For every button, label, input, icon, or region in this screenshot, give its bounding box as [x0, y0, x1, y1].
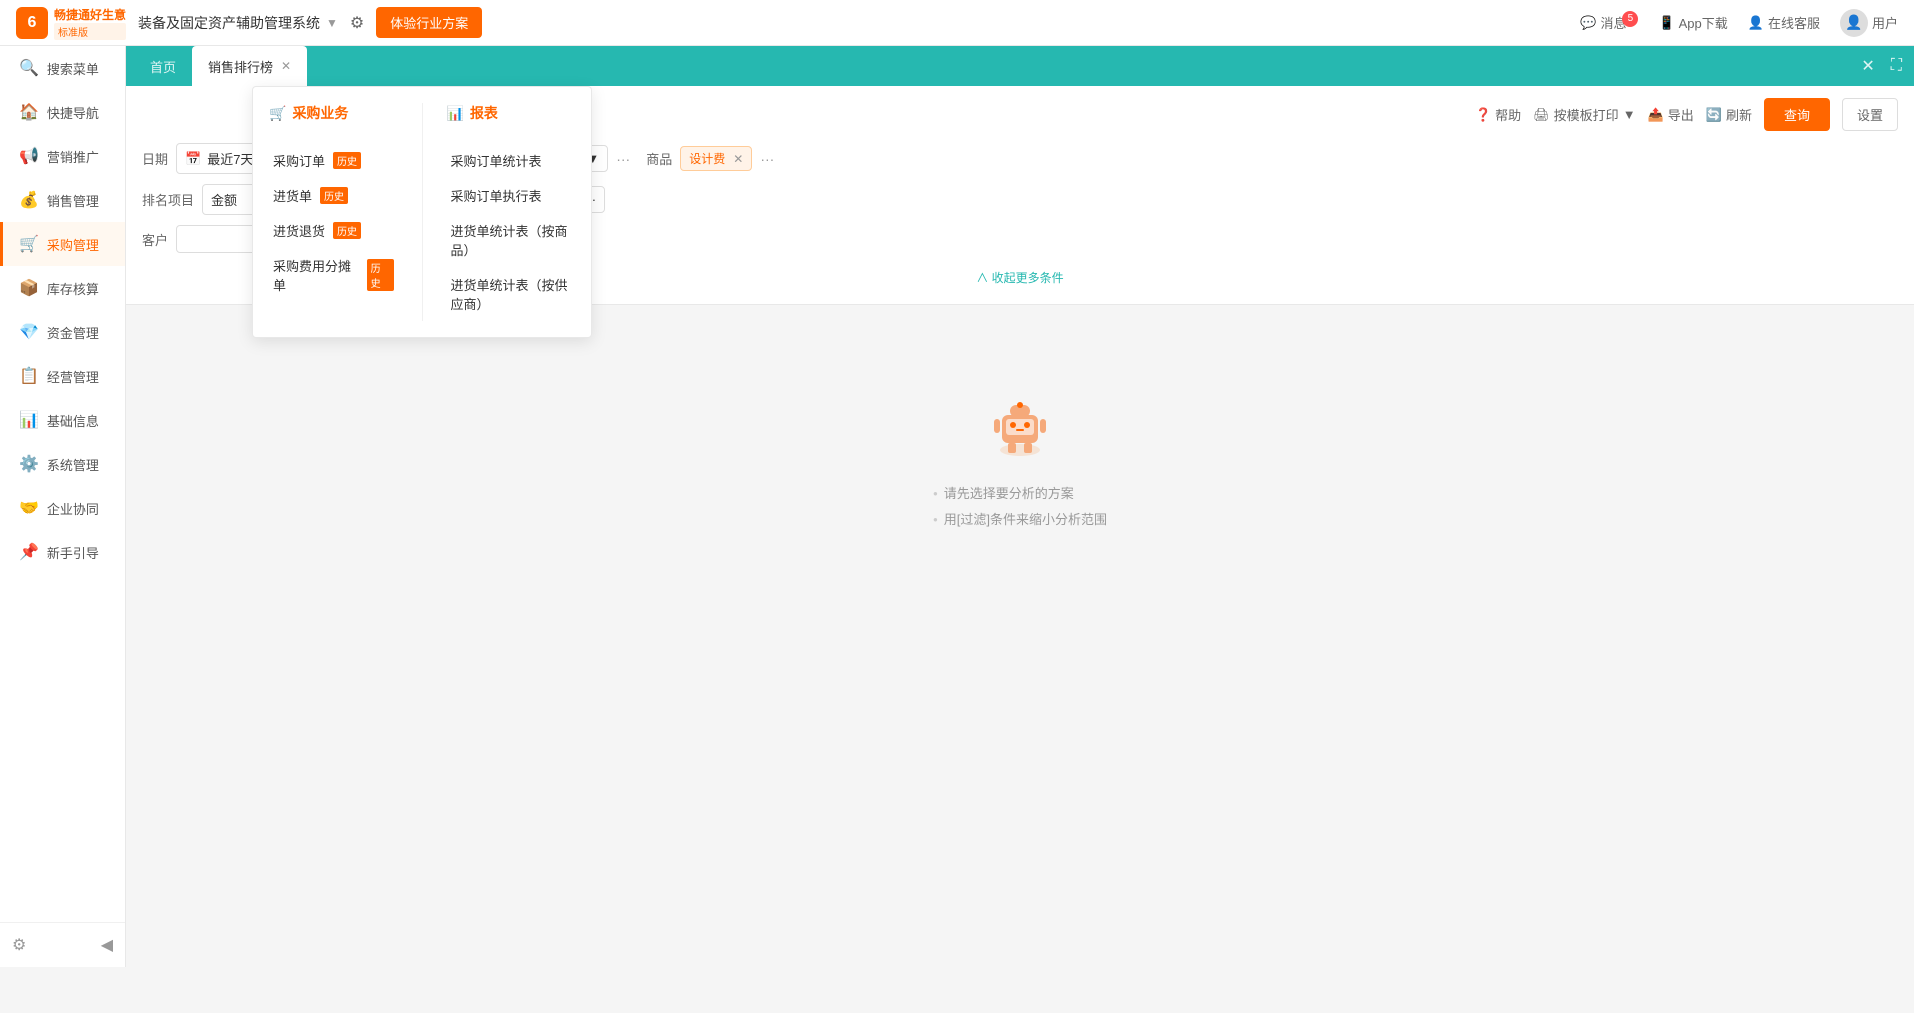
history-badge: 历史: [333, 152, 361, 169]
refresh-btn[interactable]: 🔄 刷新: [1706, 105, 1752, 124]
sidebar-item-purchase[interactable]: 🛒 采购管理: [0, 222, 125, 266]
report-col: 📊 报表 采购订单统计表 采购订单执行表 进货单统计表（按商品） 进货单统计表（…: [447, 103, 576, 321]
purchase-col-title: 🛒 采购业务: [269, 103, 398, 131]
bottom-collapse-icon[interactable]: ◀: [101, 935, 113, 955]
tab-maximize-icon[interactable]: ⛶: [1887, 53, 1906, 79]
divider: [422, 103, 423, 321]
online-service-action[interactable]: 👤 在线客服: [1748, 13, 1820, 32]
dropdown-item-return[interactable]: 进货退货 历史: [269, 213, 398, 248]
sidebar-item-sales[interactable]: 💰 销售管理: [0, 178, 125, 222]
messages-badge: 5: [1622, 11, 1638, 27]
sidebar-item-basic[interactable]: 📊 基础信息: [0, 398, 125, 442]
dropdown-item-expense[interactable]: 采购费用分摊单 历史: [269, 248, 398, 302]
settings-filter-btn[interactable]: 设置: [1842, 98, 1898, 131]
tab-close-icon[interactable]: ✕: [281, 59, 291, 73]
top-header: 6 畅捷通好生意 标准版 装备及固定资产辅助管理系统 ▼ ⚙ 体验行业方案 💬 …: [0, 0, 1914, 46]
purchase-col: 🛒 采购业务 采购订单 历史 进货单 历史 进货退货 历史 采购费用分摊单: [269, 103, 398, 321]
messages-action[interactable]: 💬 消息 5: [1580, 13, 1638, 32]
sidebar-item-marketing[interactable]: 📢 营销推广: [0, 134, 125, 178]
history-badge: 历史: [367, 259, 394, 291]
tab-close-window-icon[interactable]: ✕: [1857, 52, 1878, 80]
dropdown-item-purchase-order[interactable]: 采购订单 历史: [269, 143, 398, 178]
header-left: 6 畅捷通好生意 标准版 装备及固定资产辅助管理系统 ▼ ⚙ 体验行业方案: [16, 6, 482, 40]
basic-icon: 📊: [19, 410, 39, 430]
main-layout: 🔍 搜索菜单 🏠 快捷导航 📢 营销推广 💰 销售管理 🛒 采购管理 📦 库存核…: [0, 46, 1914, 967]
settings-icon[interactable]: ⚙: [350, 13, 364, 33]
sidebar-item-finance[interactable]: 💎 资金管理: [0, 310, 125, 354]
purchase-icon: 🛒: [19, 234, 39, 254]
refresh-icon: 🔄: [1706, 107, 1722, 123]
dropdown-item-incoming-stats-goods[interactable]: 进货单统计表（按商品）: [447, 213, 576, 267]
dropdown-item-incoming[interactable]: 进货单 历史: [269, 178, 398, 213]
print-arrow-icon: ▼: [1623, 107, 1636, 122]
header-right: 💬 消息 5 📱 App下载 👤 在线客服 👤 用户: [1580, 9, 1898, 37]
goods-ellipsis[interactable]: ···: [760, 151, 774, 167]
sidebar-item-search[interactable]: 🔍 搜索菜单: [0, 46, 125, 90]
content-area: 首页 销售排行榜 ✕ ✕ ⛶ ❓ 帮助: [126, 46, 1914, 967]
empty-tips: 请先选择要分析的方案 用[过滤]条件来缩小分析范围: [933, 481, 1107, 533]
dropdown-item-incoming-stats-supplier[interactable]: 进货单统计表（按供应商）: [447, 267, 576, 321]
sidebar: 🔍 搜索菜单 🏠 快捷导航 📢 营销推广 💰 销售管理 🛒 采购管理 📦 库存核…: [0, 46, 126, 967]
phone-icon: 📱: [1658, 15, 1674, 31]
logo-icon: 6: [16, 7, 48, 39]
user-action[interactable]: 👤 用户: [1840, 9, 1898, 37]
message-icon: 💬: [1580, 15, 1596, 31]
status-ellipsis[interactable]: ···: [616, 151, 630, 167]
goods-tag[interactable]: 设计费 ✕: [680, 146, 752, 171]
sidebar-item-operation[interactable]: 📋 经营管理: [0, 354, 125, 398]
logo-text: 畅捷通好生意 标准版: [54, 6, 126, 40]
avatar: 👤: [1840, 9, 1868, 37]
search-icon: 🔍: [19, 58, 39, 78]
inventory-icon: 📦: [19, 278, 39, 298]
guide-icon: 📌: [19, 542, 39, 562]
purchase-col-icon: 🛒: [269, 105, 286, 122]
empty-illustration: [980, 385, 1060, 465]
bottom-settings-icon[interactable]: ⚙: [12, 935, 26, 955]
tab-bar: 首页 销售排行榜 ✕ ✕ ⛶: [126, 46, 1914, 86]
export-icon: 📤: [1648, 107, 1664, 123]
help-icon: ❓: [1475, 107, 1491, 123]
print-btn[interactable]: 🖨 按模板打印 ▼: [1533, 105, 1635, 124]
service-icon: 👤: [1748, 15, 1764, 31]
report-col-title: 📊 报表: [447, 103, 576, 131]
empty-state: 请先选择要分析的方案 用[过滤]条件来缩小分析范围: [126, 305, 1914, 613]
logo-area: 6 畅捷通好生意 标准版: [16, 6, 126, 40]
marketing-icon: 📢: [19, 146, 39, 166]
sidebar-bottom: ⚙ ◀: [0, 922, 125, 967]
dropdown-item-order-exec[interactable]: 采购订单执行表: [447, 178, 576, 213]
dropdown-menu: 🛒 采购业务 采购订单 历史 进货单 历史 进货退货 历史 采购费用分摊单: [252, 86, 592, 338]
report-col-icon: 📊: [447, 105, 464, 122]
export-btn[interactable]: 📤 导出: [1648, 105, 1694, 124]
help-btn[interactable]: ❓ 帮助: [1475, 105, 1521, 124]
goods-filter: 商品 设计费 ✕ ···: [646, 146, 774, 171]
dropdown-item-order-stats[interactable]: 采购订单统计表: [447, 143, 576, 178]
goods-tag-remove-icon[interactable]: ✕: [733, 152, 743, 166]
query-btn[interactable]: 查询: [1764, 98, 1830, 131]
history-badge: 历史: [333, 222, 361, 239]
cooperation-icon: 🤝: [19, 498, 39, 518]
sidebar-item-guide[interactable]: 📌 新手引导: [0, 530, 125, 574]
sidebar-item-cooperation[interactable]: 🤝 企业协同: [0, 486, 125, 530]
history-badge: 历史: [320, 187, 348, 204]
sidebar-item-system[interactable]: ⚙️ 系统管理: [0, 442, 125, 486]
tab-sales-ranking[interactable]: 销售排行榜 ✕: [192, 46, 307, 86]
app-download-action[interactable]: 📱 App下载: [1658, 13, 1727, 32]
print-icon: 🖨: [1533, 107, 1550, 123]
sidebar-item-inventory[interactable]: 📦 库存核算: [0, 266, 125, 310]
system-title: 装备及固定资产辅助管理系统 ▼: [138, 13, 338, 33]
finance-icon: 💎: [19, 322, 39, 342]
home-icon: 🏠: [19, 102, 39, 122]
sales-icon: 💰: [19, 190, 39, 210]
chevron-up-icon: ∧: [976, 271, 988, 285]
industry-btn[interactable]: 体验行业方案: [376, 7, 482, 38]
tab-bar-actions: ✕ ⛶: [1857, 52, 1906, 80]
system-icon: ⚙️: [19, 454, 39, 474]
tab-home[interactable]: 首页: [134, 46, 192, 86]
operation-icon: 📋: [19, 366, 39, 386]
dropdown-arrow-icon[interactable]: ▼: [326, 16, 338, 30]
sidebar-item-quick-nav[interactable]: 🏠 快捷导航: [0, 90, 125, 134]
